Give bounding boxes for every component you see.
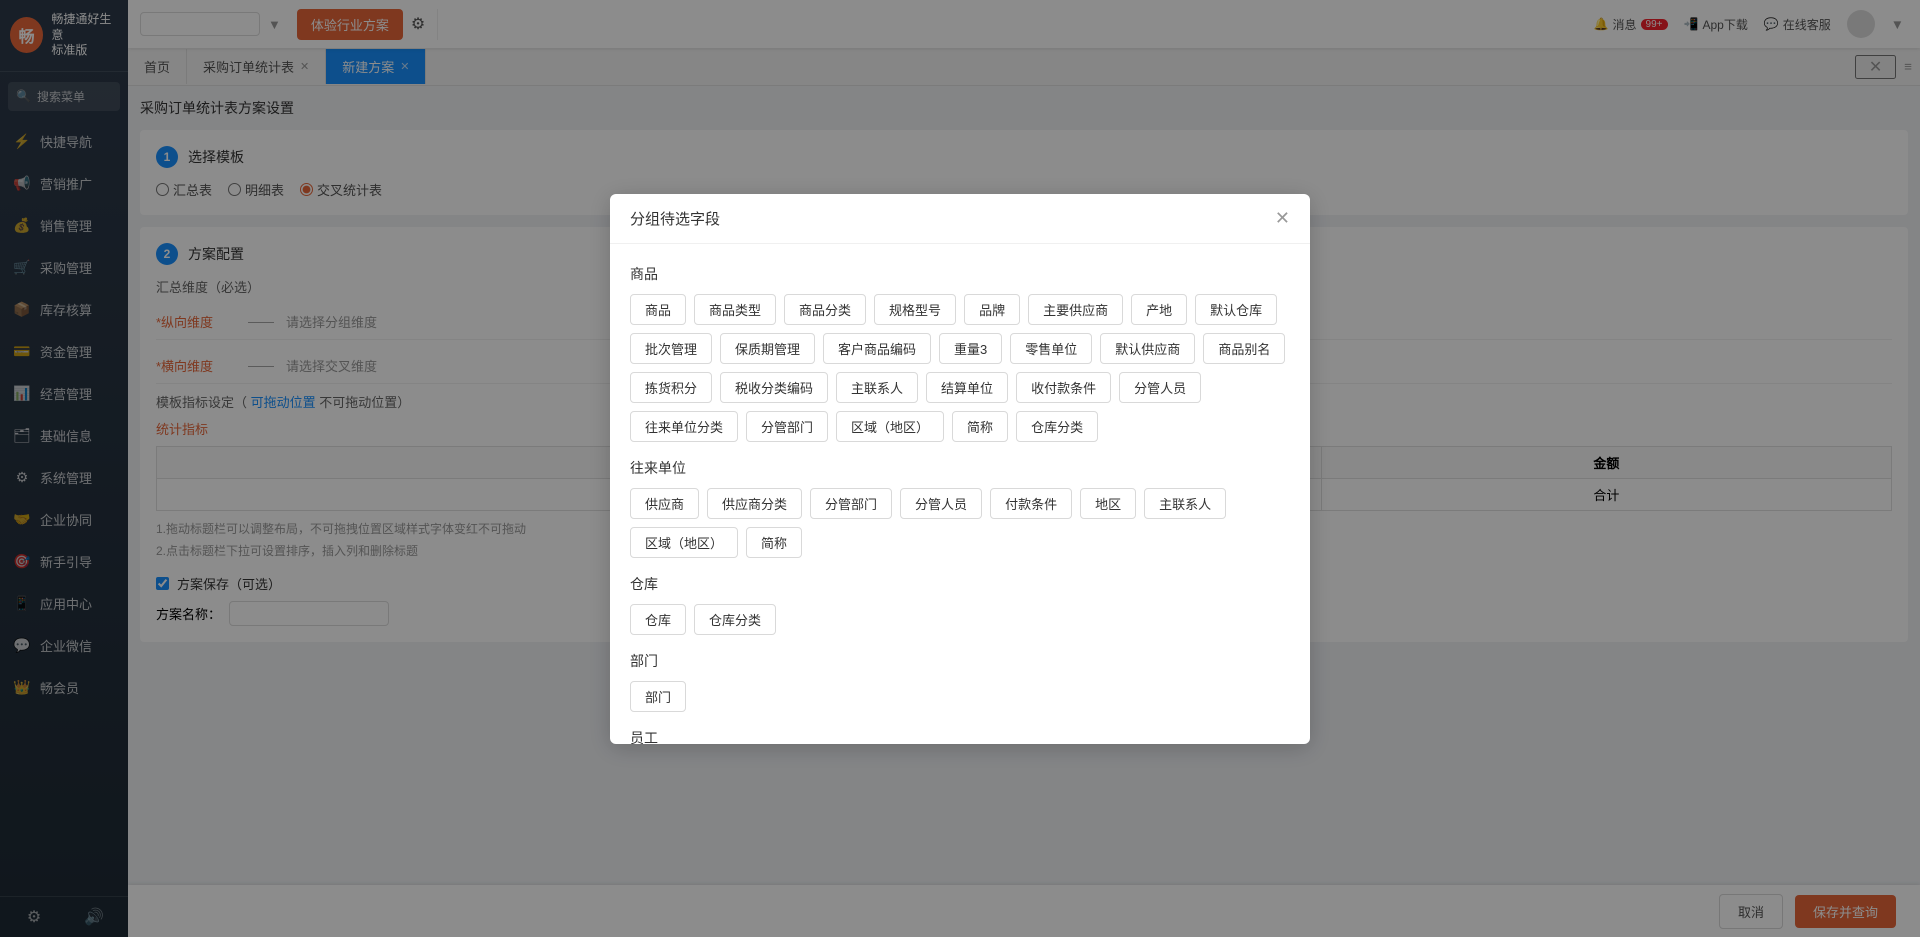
section-fields-product: 商品 商品类型 商品分类 规格型号 品牌 主要供应商 产地 默认仓库 批次管理 …	[630, 294, 1290, 442]
field-tag-product[interactable]: 商品	[630, 294, 686, 325]
modal-overlay[interactable]: 分组待选字段 ✕ 商品 商品 商品类型 商品分类 规格型号 品牌 主要供应商 产…	[0, 0, 1920, 937]
section-title-dept: 部门	[630, 651, 1290, 671]
field-tag-product-category[interactable]: 商品分类	[784, 294, 866, 325]
field-tag-brand[interactable]: 品牌	[964, 294, 1020, 325]
field-tag-partner-region[interactable]: 地区	[1080, 488, 1136, 519]
modal: 分组待选字段 ✕ 商品 商品 商品类型 商品分类 规格型号 品牌 主要供应商 产…	[610, 194, 1310, 744]
section-title-partner: 往来单位	[630, 458, 1290, 478]
section-fields-partner: 供应商 供应商分类 分管部门 分管人员 付款条件 地区 主联系人 区域（地区） …	[630, 488, 1290, 558]
field-tag-region[interactable]: 区域（地区）	[836, 411, 944, 442]
field-tag-default-supplier[interactable]: 默认供应商	[1100, 333, 1195, 364]
field-tag-supplier[interactable]: 供应商	[630, 488, 699, 519]
field-tag-dept[interactable]: 部门	[630, 681, 686, 712]
field-tag-warehouse-category[interactable]: 仓库分类	[1016, 411, 1098, 442]
field-tag-customer-code[interactable]: 客户商品编码	[823, 333, 931, 364]
modal-body[interactable]: 商品 商品 商品类型 商品分类 规格型号 品牌 主要供应商 产地 默认仓库 批次…	[610, 244, 1310, 744]
field-tag-batch-mgmt[interactable]: 批次管理	[630, 333, 712, 364]
field-tag-spec-type[interactable]: 规格型号	[874, 294, 956, 325]
field-tag-supplier-category[interactable]: 供应商分类	[707, 488, 802, 519]
modal-header: 分组待选字段 ✕	[610, 194, 1310, 244]
field-tag-from-unit-cat[interactable]: 往来单位分类	[630, 411, 738, 442]
modal-close-button[interactable]: ✕	[1275, 208, 1290, 229]
field-tag-payment-terms[interactable]: 收付款条件	[1016, 372, 1111, 403]
field-tag-managed-dept[interactable]: 分管部门	[746, 411, 828, 442]
field-tag-partner-dept[interactable]: 分管部门	[810, 488, 892, 519]
modal-content: 商品 商品 商品类型 商品分类 规格型号 品牌 主要供应商 产地 默认仓库 批次…	[610, 244, 1310, 744]
field-tag-tax-code[interactable]: 税收分类编码	[720, 372, 828, 403]
field-tag-manager[interactable]: 分管人员	[1119, 372, 1201, 403]
field-tag-warehouse[interactable]: 仓库	[630, 604, 686, 635]
field-tag-payment-condition[interactable]: 付款条件	[990, 488, 1072, 519]
field-tag-main-contact[interactable]: 主联系人	[836, 372, 918, 403]
section-title-product: 商品	[630, 264, 1290, 284]
field-tag-pickup-points[interactable]: 拣货积分	[630, 372, 712, 403]
field-tag-product-alias[interactable]: 商品别名	[1203, 333, 1285, 364]
section-title-warehouse: 仓库	[630, 574, 1290, 594]
field-tag-retail-unit[interactable]: 零售单位	[1010, 333, 1092, 364]
field-tag-partner-area[interactable]: 区域（地区）	[630, 527, 738, 558]
field-tag-short-name[interactable]: 简称	[952, 411, 1008, 442]
field-tag-product-type[interactable]: 商品类型	[694, 294, 776, 325]
section-fields-warehouse: 仓库 仓库分类	[630, 604, 1290, 635]
field-tag-partner-manager[interactable]: 分管人员	[900, 488, 982, 519]
field-tag-settle-unit[interactable]: 结算单位	[926, 372, 1008, 403]
field-tag-weight3[interactable]: 重量3	[939, 333, 1002, 364]
field-tag-origin[interactable]: 产地	[1131, 294, 1187, 325]
field-tag-default-warehouse[interactable]: 默认仓库	[1195, 294, 1277, 325]
field-tag-partner-short[interactable]: 简称	[746, 527, 802, 558]
modal-title: 分组待选字段	[630, 208, 720, 229]
section-title-employee: 员工	[630, 728, 1290, 744]
field-tag-quality-mgmt[interactable]: 保质期管理	[720, 333, 815, 364]
field-tag-main-supplier[interactable]: 主要供应商	[1028, 294, 1123, 325]
field-tag-partner-contact[interactable]: 主联系人	[1144, 488, 1226, 519]
section-fields-dept: 部门	[630, 681, 1290, 712]
field-tag-warehouse-cat[interactable]: 仓库分类	[694, 604, 776, 635]
